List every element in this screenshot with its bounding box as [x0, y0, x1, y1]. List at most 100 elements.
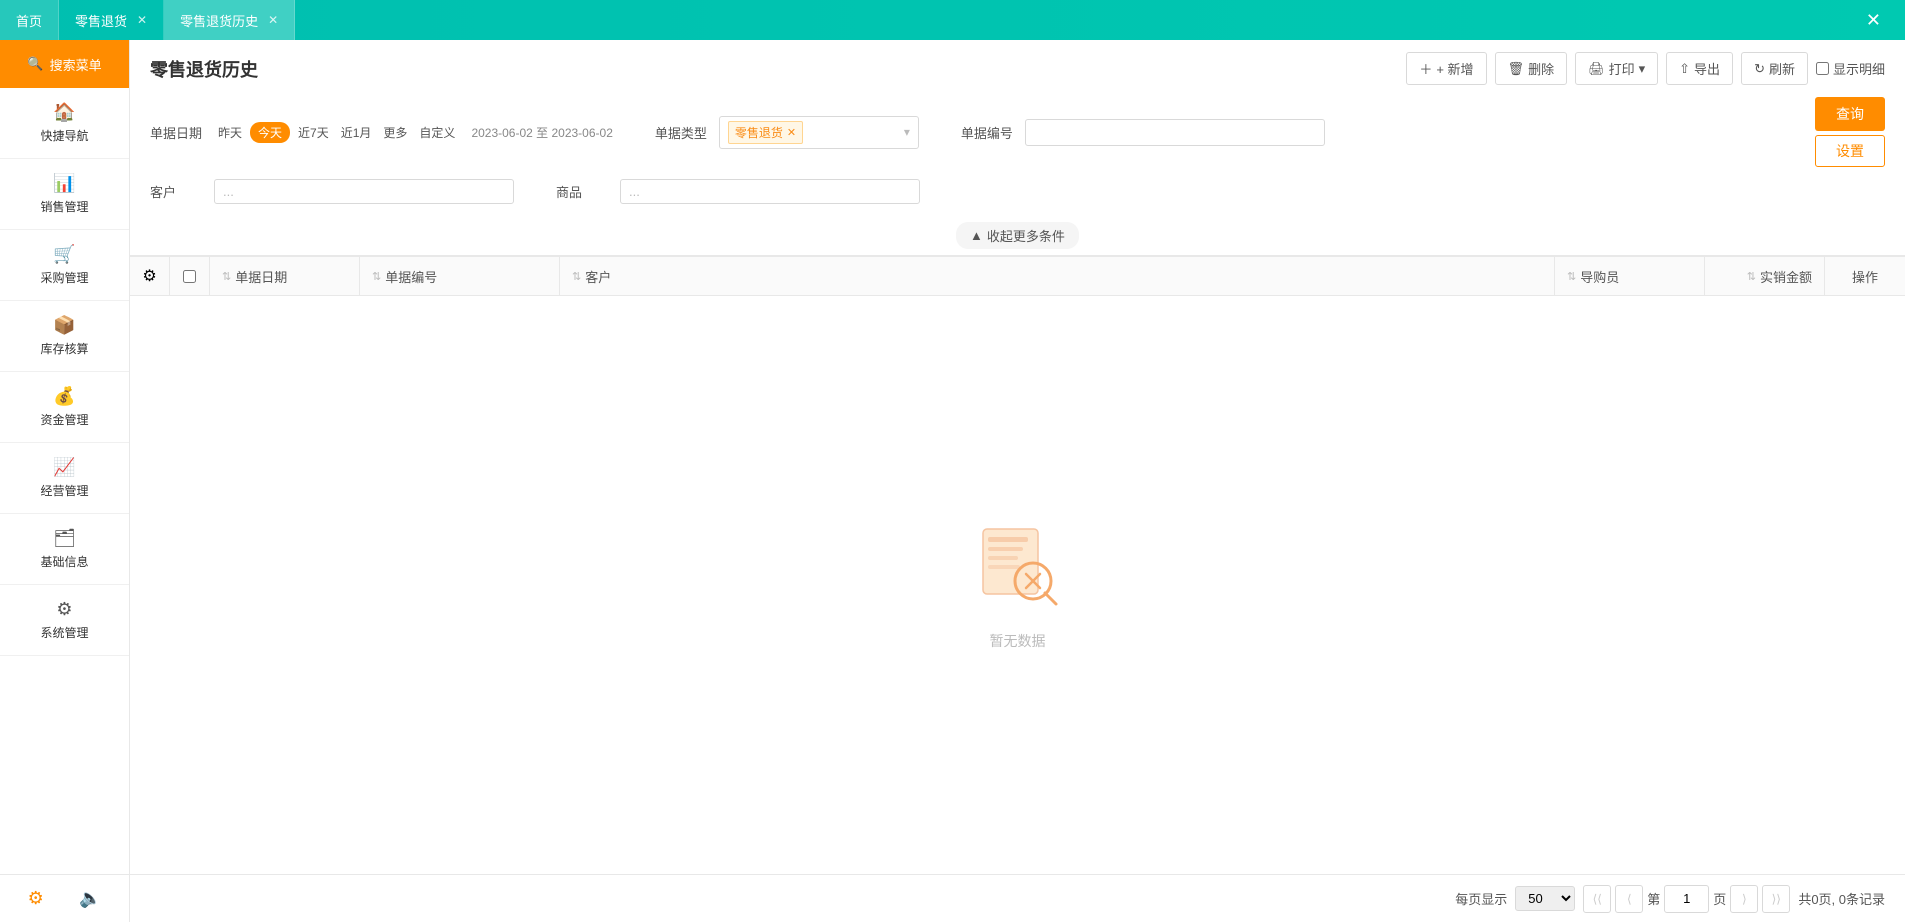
sidebar-item-base-info[interactable]: 🗂 基础信息: [0, 514, 129, 585]
empty-state: 暂无数据: [130, 296, 1905, 874]
th-settings[interactable]: ⚙: [130, 257, 170, 295]
sidebar-item-sales-label: 销售管理: [40, 198, 88, 215]
date-today[interactable]: 今天: [250, 122, 290, 143]
print-arrow-icon: ▾: [1639, 61, 1646, 77]
total-info: 共0页, 0条记录: [1798, 889, 1885, 908]
sidebar-item-purchase[interactable]: 🛒 采购管理: [0, 230, 129, 301]
tab-bar: 首页 零售退货 ✕ 零售退货历史 ✕: [0, 0, 1858, 40]
goods-placeholder: ...: [629, 184, 640, 199]
sidebar-item-sales[interactable]: 📊 销售管理: [0, 159, 129, 230]
purchase-icon: 🛒: [53, 244, 75, 265]
delete-icon: 🗑: [1508, 61, 1525, 77]
date-1month[interactable]: 近1月: [337, 122, 376, 143]
tab-retail-return-history-close[interactable]: ✕: [268, 13, 278, 27]
doc-no-input[interactable]: [1025, 119, 1325, 146]
filter-row-1: 单据日期 昨天 今天 近7天 近1月 更多 自定义 2023-06-02 至 2…: [150, 97, 1885, 167]
page-title: 零售退货历史: [150, 56, 258, 82]
tab-retail-return-label: 零售退货: [75, 11, 127, 30]
pagination-nav: ⟨⟨ ⟨ 第 页 ⟩ ⟩⟩: [1583, 885, 1790, 913]
prev-page-button[interactable]: ⟨: [1615, 885, 1643, 913]
first-page-button[interactable]: ⟨⟨: [1583, 885, 1611, 913]
th-doc-no[interactable]: ⇅ 单据编号: [360, 257, 560, 295]
new-icon: ＋: [1419, 59, 1432, 78]
delete-button[interactable]: 🗑 删除: [1495, 52, 1568, 85]
new-label: + 新增: [1436, 59, 1473, 78]
th-checkbox[interactable]: [170, 257, 210, 295]
gear-icon[interactable]: ⚙: [28, 888, 44, 909]
th-customer[interactable]: ⇅ 客户: [560, 257, 1555, 295]
date-custom[interactable]: 自定义: [415, 122, 459, 143]
sidebar-item-operations-label: 经营管理: [40, 482, 88, 499]
tab-retail-return[interactable]: 零售退货 ✕: [59, 0, 164, 40]
th-amount-label: 实销金额: [1760, 267, 1812, 286]
inventory-icon: 📦: [53, 315, 75, 336]
query-button[interactable]: 查询: [1815, 97, 1885, 131]
select-all-checkbox[interactable]: [183, 270, 196, 283]
print-button[interactable]: 🖨 打印 ▾: [1575, 52, 1658, 85]
customer-select[interactable]: ...: [214, 179, 514, 204]
filter-row-2: 客户 ... 商品 ...: [150, 179, 1885, 204]
page-number-input[interactable]: [1664, 885, 1709, 913]
date-7days[interactable]: 近7天: [294, 122, 333, 143]
date-label: 单据日期: [150, 123, 206, 142]
th-doc-date[interactable]: ⇅ 单据日期: [210, 257, 360, 295]
sidebar-search-label: 搜索菜单: [50, 55, 102, 74]
setting-button[interactable]: 设置: [1815, 135, 1885, 167]
sort-amount-icon: ⇅: [1747, 270, 1756, 283]
page-title-row: 零售退货历史 ＋ + 新增 🗑 删除 🖨 打印 ▾: [150, 52, 1885, 85]
print-label: 打印: [1609, 59, 1635, 78]
action-buttons: 查询 设置: [1815, 97, 1885, 167]
doc-type-filter: 单据类型 零售退货 ✕ ▾: [655, 116, 919, 149]
sidebar-search[interactable]: 🔍 搜索菜单: [0, 40, 129, 88]
refresh-button[interactable]: ↻ 刷新: [1741, 52, 1808, 85]
date-yesterday[interactable]: 昨天: [214, 122, 246, 143]
tab-home[interactable]: 首页: [0, 0, 59, 40]
sidebar-item-home[interactable]: 🏠 快捷导航: [0, 88, 129, 159]
collapse-button[interactable]: ▲ 收起更多条件: [956, 222, 1079, 249]
collapse-label: 收起更多条件: [987, 226, 1065, 245]
tab-retail-return-close[interactable]: ✕: [137, 13, 147, 27]
show-detail-input[interactable]: [1816, 62, 1829, 75]
sidebar-item-system-label: 系统管理: [40, 624, 88, 641]
next-page-button[interactable]: ⟩: [1730, 885, 1758, 913]
last-page-button[interactable]: ⟩⟩: [1762, 885, 1790, 913]
per-page-select[interactable]: 50 100 200: [1515, 886, 1575, 911]
collapse-icon: ▲: [970, 228, 983, 243]
sidebar-item-finance-label: 资金管理: [40, 411, 88, 428]
speaker-icon[interactable]: 🔈: [79, 888, 101, 909]
top-bar-right: ✕: [1858, 0, 1905, 40]
doc-type-label: 单据类型: [655, 123, 711, 142]
sidebar-item-purchase-label: 采购管理: [40, 269, 88, 286]
sort-doc-date-icon: ⇅: [222, 270, 231, 283]
th-amount[interactable]: ⇅ 实销金额: [1705, 257, 1825, 295]
sidebar-item-home-label: 快捷导航: [40, 127, 88, 144]
sales-icon: 📊: [53, 173, 75, 194]
th-actions-label: 操作: [1852, 267, 1878, 286]
tab-retail-return-history[interactable]: 零售退货历史 ✕: [164, 0, 295, 40]
goods-label: 商品: [556, 182, 612, 201]
export-button[interactable]: ⇧ 导出: [1666, 52, 1733, 85]
show-detail-checkbox[interactable]: 显示明细: [1816, 59, 1885, 78]
delete-label: 删除: [1528, 59, 1554, 78]
new-button[interactable]: ＋ + 新增: [1406, 52, 1486, 85]
customer-label: 客户: [150, 182, 206, 201]
th-guide[interactable]: ⇅ 导购员: [1555, 257, 1705, 295]
sidebar-item-system[interactable]: ⚙ 系统管理: [0, 585, 129, 656]
sidebar: 🔍 搜索菜单 🏠 快捷导航 📊 销售管理 🛒 采购管理 📦 库存核算 💰: [0, 40, 130, 922]
goods-select[interactable]: ...: [620, 179, 920, 204]
sort-guide-icon: ⇅: [1567, 270, 1576, 283]
window-close-button[interactable]: ✕: [1858, 10, 1889, 31]
operations-icon: 📈: [53, 457, 75, 478]
settings-gear-icon: ⚙: [142, 266, 156, 286]
table-header: ⚙ ⇅ 单据日期 ⇅ 单据编号 ⇅ 客户 ⇅: [130, 256, 1905, 296]
sidebar-item-finance[interactable]: 💰 资金管理: [0, 372, 129, 443]
doc-type-tag-value: 零售退货: [735, 124, 783, 141]
date-more[interactable]: 更多: [379, 122, 411, 143]
doc-type-tag-close[interactable]: ✕: [787, 126, 796, 139]
system-icon: ⚙: [56, 599, 72, 620]
doc-type-select[interactable]: 零售退货 ✕ ▾: [719, 116, 919, 149]
top-bar: 首页 零售退货 ✕ 零售退货历史 ✕ ✕: [0, 0, 1905, 40]
finance-icon: 💰: [53, 386, 75, 407]
sidebar-item-inventory[interactable]: 📦 库存核算: [0, 301, 129, 372]
sidebar-item-operations[interactable]: 📈 经营管理: [0, 443, 129, 514]
